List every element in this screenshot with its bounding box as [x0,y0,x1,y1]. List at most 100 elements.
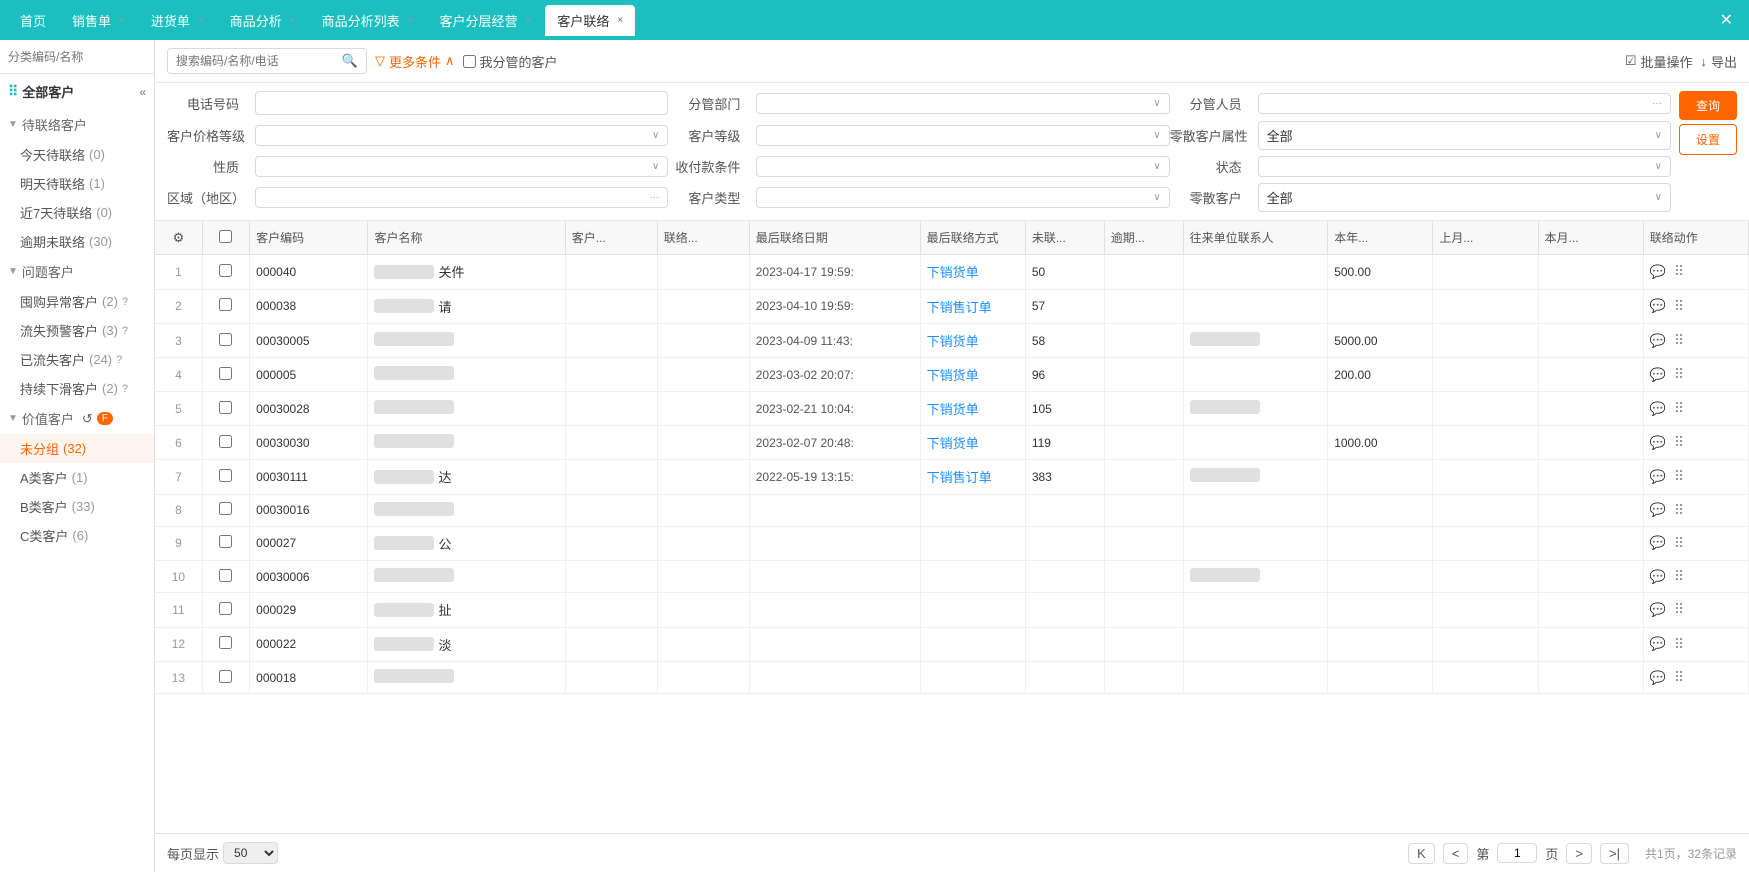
grid-action-icon[interactable]: ⠿ [1674,502,1684,519]
close-customer-contact-tab[interactable]: × [617,15,623,26]
comment-icon[interactable]: 💬 [1650,602,1666,618]
main-search-input[interactable] [176,54,338,68]
comment-icon[interactable]: 💬 [1650,469,1666,485]
page-number-input[interactable] [1497,843,1537,863]
main-search-icon[interactable]: 🔍 [342,53,358,69]
more-filter-btn[interactable]: ▽ 更多条件 ∧ [375,52,455,71]
grid-action-icon[interactable]: ⠿ [1674,400,1684,417]
th-checkbox[interactable] [202,221,249,255]
filter-nature-select[interactable]: ∨ [255,156,668,177]
batch-ops-btn[interactable]: ☑ 批量操作 [1625,52,1693,71]
sidebar-item-churned[interactable]: 已流失客户 (24) ? [0,345,154,374]
sidebar-item-unclassified[interactable]: 未分组 (32) [0,434,154,463]
sidebar-group-pending[interactable]: ▼ 待联络客户 [0,109,154,140]
row-checkbox[interactable] [219,435,232,448]
filter-price-level-select[interactable]: ∨ [255,125,668,146]
sidebar-item-today[interactable]: 今天待联络 (0) [0,140,154,169]
grid-action-icon[interactable]: ⠿ [1674,434,1684,451]
filter-customer-level-select[interactable]: ∨ [756,125,1169,146]
row-checkbox[interactable] [219,333,232,346]
row-checkbox[interactable] [219,636,232,649]
sidebar-item-class-a[interactable]: A类客户 (1) [0,463,154,492]
sidebar-search-input[interactable] [8,50,155,64]
row-checkbox[interactable] [219,502,232,515]
comment-icon[interactable]: 💬 [1650,636,1666,652]
nav-tab-purchase[interactable]: 进货单 × [139,5,216,36]
grid-action-icon[interactable]: ⠿ [1674,568,1684,585]
page-size-select[interactable]: 50 100 [223,842,278,864]
close-all-button[interactable]: ✕ [1712,10,1741,30]
filter-status-select[interactable]: ∨ [1258,156,1671,177]
sidebar-item-overdue[interactable]: 逾期未联络 (30) [0,227,154,256]
last-method-link[interactable]: 下销货单 [927,368,979,383]
filter-customer-type-select[interactable]: ∨ [756,187,1169,208]
grid-action-icon[interactable]: ⠿ [1674,636,1684,653]
grid-action-icon[interactable]: ⠿ [1674,366,1684,383]
export-btn[interactable]: ↓ 导出 [1700,52,1737,71]
my-customers-checkbox-label[interactable]: 我分管的客户 [463,52,558,71]
next-page-btn[interactable]: > [1566,843,1592,864]
filter-retail-select[interactable]: 全部 ∨ [1258,183,1671,212]
grid-action-icon[interactable]: ⠿ [1674,468,1684,485]
row-checkbox[interactable] [219,264,232,277]
grid-action-icon[interactable]: ⠿ [1674,535,1684,552]
row-checkbox[interactable] [219,670,232,683]
row-checkbox[interactable] [219,469,232,482]
row-checkbox[interactable] [219,367,232,380]
filter-retail-attr-select[interactable]: 全部 ∨ [1258,121,1671,150]
last-method-link[interactable]: 下销售订单 [927,300,992,315]
row-checkbox[interactable] [219,401,232,414]
close-analysis-list-tab[interactable]: × [408,15,414,26]
sidebar-item-tomorrow[interactable]: 明天待联络 (1) [0,169,154,198]
close-customer-seg-tab[interactable]: × [525,15,531,26]
all-customers-header[interactable]: ⠿ 全部客户 « [0,74,154,109]
comment-icon[interactable]: 💬 [1650,502,1666,518]
comment-icon[interactable]: 💬 [1650,333,1666,349]
grid-action-icon[interactable]: ⠿ [1674,601,1684,618]
sidebar-item-class-c[interactable]: C类客户 (6) [0,521,154,550]
last-method-link[interactable]: 下销售订单 [927,470,992,485]
nav-tab-customer-contact[interactable]: 客户联络 × [545,5,635,36]
comment-icon[interactable]: 💬 [1650,535,1666,551]
comment-icon[interactable]: 💬 [1650,670,1666,686]
sidebar-item-churn-warning[interactable]: 流失预警客户 (3) ? [0,316,154,345]
comment-icon[interactable]: 💬 [1650,401,1666,417]
last-page-btn[interactable]: >| [1600,843,1629,864]
sidebar-group-problem[interactable]: ▼ 问题客户 [0,256,154,287]
first-page-btn[interactable]: K [1408,843,1435,864]
th-settings[interactable]: ⚙ [155,221,202,255]
reset-button[interactable]: 设置 [1679,124,1737,155]
nav-tab-analysis-list[interactable]: 商品分析列表 × [310,5,426,36]
close-analysis-tab[interactable]: × [290,15,296,26]
comment-icon[interactable]: 💬 [1650,569,1666,585]
prev-page-btn[interactable]: < [1443,843,1469,864]
row-checkbox[interactable] [219,298,232,311]
nav-tab-sales[interactable]: 销售单 × [60,5,137,36]
my-customers-checkbox[interactable] [463,55,476,68]
comment-icon[interactable]: 💬 [1650,367,1666,383]
sidebar-item-class-b[interactable]: B类客户 (33) [0,492,154,521]
row-checkbox[interactable] [219,535,232,548]
filter-dept-select[interactable]: ∨ [756,93,1169,114]
sidebar-group-value[interactable]: ▼ 价值客户 ↺ F [0,403,154,434]
nav-home[interactable]: 首页 [8,5,58,36]
grid-action-icon[interactable]: ⠿ [1674,298,1684,315]
nav-tab-customer-seg[interactable]: 客户分层经营 × [427,5,543,36]
select-all-checkbox[interactable] [219,230,232,243]
sidebar-item-declining[interactable]: 持续下滑客户 (2) ? [0,374,154,403]
comment-icon[interactable]: 💬 [1650,264,1666,280]
last-method-link[interactable]: 下销货单 [927,334,979,349]
last-method-link[interactable]: 下销货单 [927,402,979,417]
grid-action-icon[interactable]: ⠿ [1674,263,1684,280]
filter-phone-input[interactable] [255,91,668,115]
last-method-link[interactable]: 下销货单 [927,436,979,451]
query-button[interactable]: 查询 [1679,91,1737,120]
grid-action-icon[interactable]: ⠿ [1674,332,1684,349]
comment-icon[interactable]: 💬 [1650,298,1666,314]
nav-tab-analysis[interactable]: 商品分析 × [218,5,308,36]
filter-person-select[interactable]: ··· [1258,93,1671,114]
last-method-link[interactable]: 下销货单 [927,265,979,280]
row-checkbox[interactable] [219,602,232,615]
sidebar-item-abnormal[interactable]: 囤购异常客户 (2) ? [0,287,154,316]
comment-icon[interactable]: 💬 [1650,435,1666,451]
